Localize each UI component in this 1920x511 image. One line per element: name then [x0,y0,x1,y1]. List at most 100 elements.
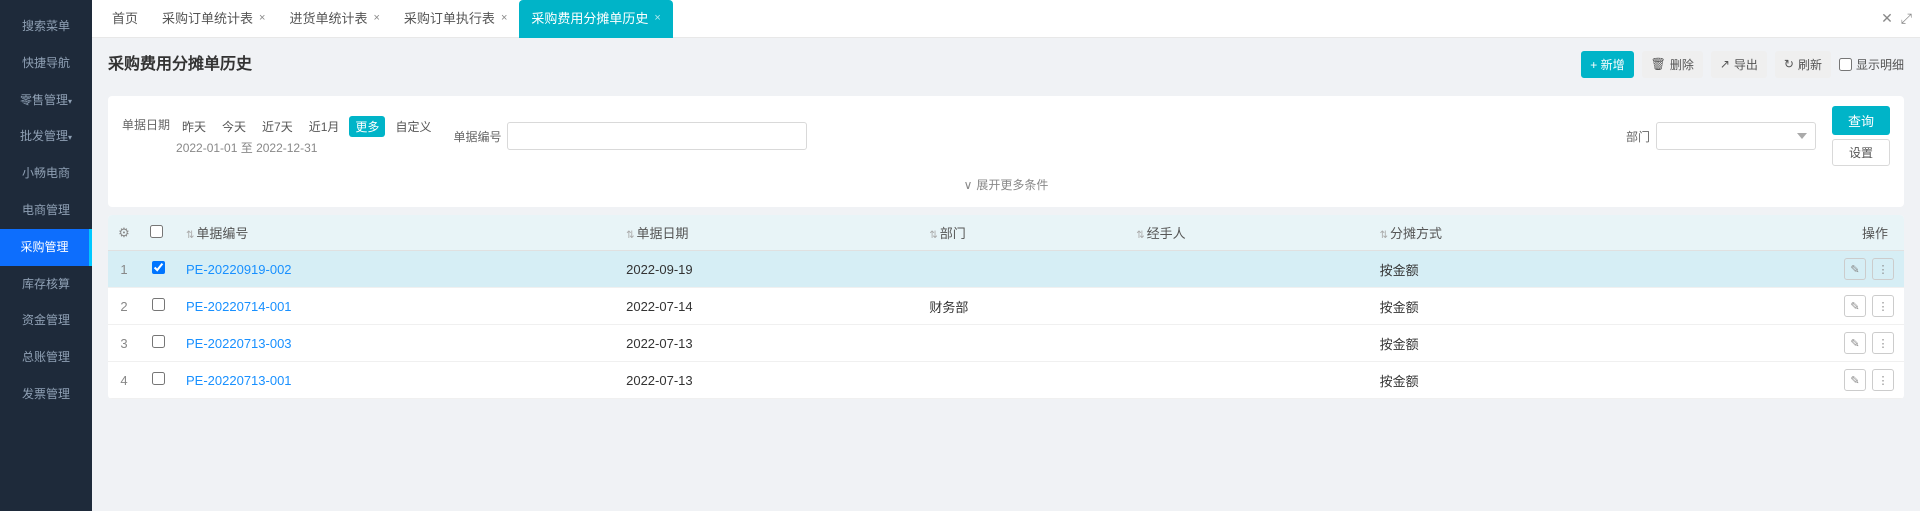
row-checkbox-cell[interactable] [140,288,176,325]
sidebar-item-finance[interactable]: 资金管理 [0,302,92,339]
close-window-icon[interactable]: ✕ [1881,10,1893,27]
export-button[interactable]: ↗ 导出 [1711,51,1767,78]
date-1month[interactable]: 近1月 [303,116,346,137]
page-title: 采购费用分摊单历史 [108,50,252,74]
sidebar-item-ecommerce[interactable]: 电商管理 [0,192,92,229]
row-handler [1126,362,1369,399]
delete-button[interactable]: 🗑 删除 [1642,51,1703,78]
sidebar-item-retail[interactable]: 零售管理▾ [0,82,92,119]
row-dept [919,251,1126,288]
date-custom[interactable]: 自定义 [389,116,437,137]
checkbox-col-header[interactable] [140,215,176,251]
row-checkbox-cell[interactable] [140,325,176,362]
refresh-button[interactable]: ↻ 刷新 [1775,51,1831,78]
doc-no-link[interactable]: PE-20220919-002 [186,262,292,277]
sidebar-item-ledger[interactable]: 总账管理 [0,339,92,376]
row-dept: 财务部 [919,288,1126,325]
toolbar: + 新增 🗑 删除 ↗ 导出 ↻ 刷新 显示明细 [1581,51,1904,78]
sidebar-label: 发票管理 [22,387,70,401]
expand-window-icon[interactable]: ⤢ [1901,10,1912,27]
filter-panel: 单据日期 昨天 今天 近7天 近1月 更多 自定义 2022-01-01 至 2… [108,96,1904,207]
dept-filter: 部门 财务部 [1626,122,1816,150]
add-button[interactable]: + 新增 [1581,51,1633,78]
data-table-wrapper: ⚙ ⇅单据编号 ⇅单据日期 ⇅部门 ⇅经手人 ⇅分摊方式 操作 1 PE-202… [108,215,1904,399]
table-row: 2 PE-20220714-001 2022-07-14 财务部 按金额 ✎ ⋮ [108,288,1904,325]
row-dept [919,325,1126,362]
query-buttons: 查询 设置 [1832,106,1890,166]
tab-label: 采购订单统计表 [162,8,253,27]
date-yesterday[interactable]: 昨天 [176,116,212,137]
tab-home[interactable]: 首页 [100,0,150,38]
row-number: 2 [108,288,140,325]
row-number: 3 [108,325,140,362]
sidebar-item-quick-nav[interactable]: 快捷导航 [0,45,92,82]
row-doc-no: PE-20220713-001 [176,362,616,399]
main-area: 首页采购订单统计表×进货单统计表×采购订单执行表×采购费用分摊单历史× ✕ ⤢ … [92,0,1920,511]
tab-goods-stat[interactable]: 进货单统计表× [277,0,391,38]
row-actions: ✎ ⋮ [1659,362,1904,399]
tab-purchase-fee[interactable]: 采购费用分摊单历史× [519,0,672,38]
chevron-down-icon: ∨ [964,178,973,192]
doc-date-col-header: ⇅单据日期 [616,215,919,251]
sidebar-item-mini-shop[interactable]: 小畅电商 [0,155,92,192]
doc-no-filter: 单据编号 [453,122,1610,150]
doc-no-link[interactable]: PE-20220714-001 [186,299,292,314]
export-icon: ↗ [1720,57,1730,71]
table-row: 1 PE-20220919-002 2022-09-19 按金额 ✎ ⋮ [108,251,1904,288]
delete-icon: 🗑 [1651,57,1666,71]
row-more-icon[interactable]: ⋮ [1872,369,1894,391]
tab-close-icon[interactable]: × [373,12,379,24]
sidebar-label: 搜索菜单 [22,19,70,33]
settings-button[interactable]: 设置 [1832,139,1890,166]
row-more-icon[interactable]: ⋮ [1872,332,1894,354]
query-button[interactable]: 查询 [1832,106,1890,135]
date-more[interactable]: 更多 [349,116,385,137]
date-options: 昨天 今天 近7天 近1月 更多 自定义 [176,116,437,137]
show-detail-checkbox[interactable]: 显示明细 [1839,56,1904,73]
sidebar-item-inventory[interactable]: 库存核算 [0,266,92,303]
chevron-icon: ▾ [68,133,72,142]
tab-close-icon[interactable]: × [654,12,660,24]
doc-no-input[interactable] [507,122,807,150]
sidebar-item-purchase[interactable]: 采购管理 [0,229,92,266]
dept-select[interactable]: 财务部 [1656,122,1816,150]
row-more-icon[interactable]: ⋮ [1872,295,1894,317]
tab-label: 采购订单执行表 [404,8,495,27]
dept-label: 部门 [1626,128,1650,145]
row-edit-icon[interactable]: ✎ [1844,295,1866,317]
sidebar-item-search[interactable]: 搜索菜单 [0,8,92,45]
gear-col-header[interactable]: ⚙ [108,215,140,251]
sidebar-label: 采购管理 [20,240,68,254]
table-header-row: ⚙ ⇅单据编号 ⇅单据日期 ⇅部门 ⇅经手人 ⇅分摊方式 操作 [108,215,1904,251]
sidebar-item-invoice[interactable]: 发票管理 [0,376,92,413]
tab-purchase-exec[interactable]: 采购订单执行表 × [392,0,519,38]
tab-label: 首页 [112,8,138,27]
sidebar-item-wholesale[interactable]: 批发管理▾ [0,118,92,155]
row-split-method: 按金额 [1370,362,1659,399]
date-filter: 单据日期 昨天 今天 近7天 近1月 更多 自定义 2022-01-01 至 2… [122,116,437,156]
date-today[interactable]: 今天 [216,116,252,137]
action-col-header: 操作 [1659,215,1904,251]
tab-close-icon[interactable]: × [501,12,507,24]
sidebar-label: 电商管理 [22,203,70,217]
sidebar: 搜索菜单快捷导航零售管理▾批发管理▾小畅电商电商管理采购管理库存核算资金管理总账… [0,0,92,511]
row-more-icon[interactable]: ⋮ [1872,258,1894,280]
date-7days[interactable]: 近7天 [256,116,299,137]
row-checkbox-cell[interactable] [140,251,176,288]
row-edit-icon[interactable]: ✎ [1844,332,1866,354]
sidebar-label: 资金管理 [22,313,70,327]
row-edit-icon[interactable]: ✎ [1844,258,1866,280]
doc-no-link[interactable]: PE-20220713-003 [186,336,292,351]
split-method-col-header: ⇅分摊方式 [1370,215,1659,251]
tab-close-icon[interactable]: × [259,12,265,24]
row-doc-date: 2022-09-19 [616,251,919,288]
doc-no-link[interactable]: PE-20220713-001 [186,373,292,388]
sidebar-label: 批发管理 [20,129,68,143]
row-edit-icon[interactable]: ✎ [1844,369,1866,391]
tab-purchase-stat[interactable]: 采购订单统计表 × [150,0,277,38]
row-actions: ✎ ⋮ [1659,325,1904,362]
row-doc-date: 2022-07-13 [616,362,919,399]
row-checkbox-cell[interactable] [140,362,176,399]
date-range: 2022-01-01 至 2022-12-31 [176,139,437,156]
expand-more-btn[interactable]: ∨ 展开更多条件 [122,172,1890,197]
